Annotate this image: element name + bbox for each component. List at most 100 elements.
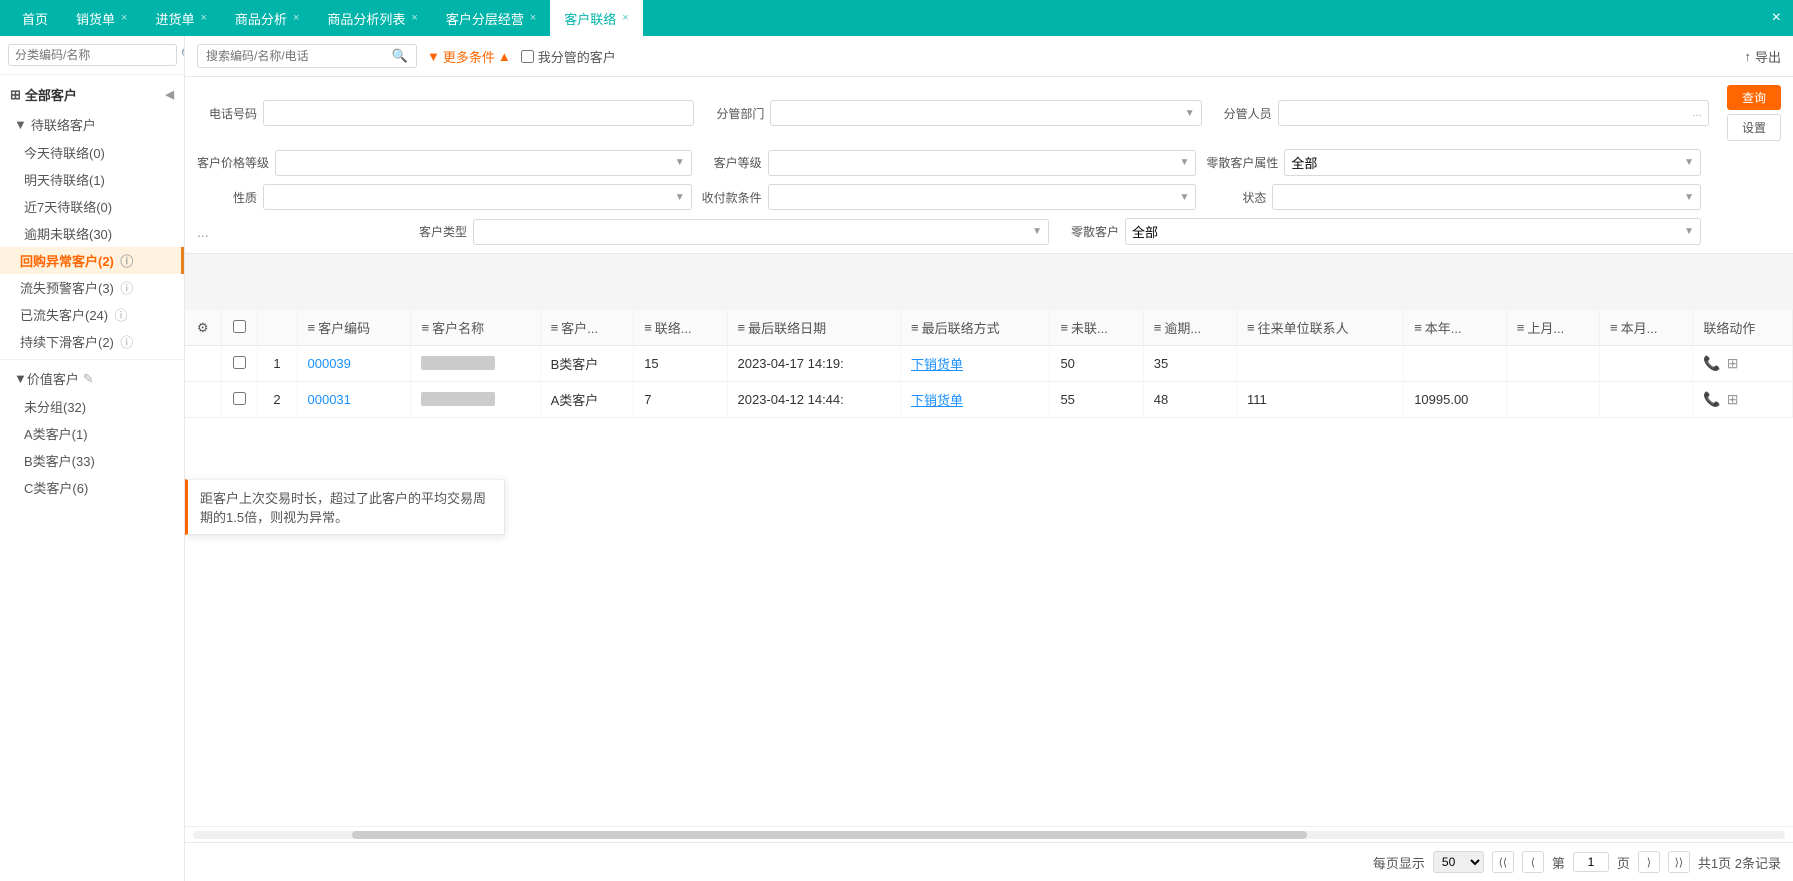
horizontal-scroll[interactable]: [185, 826, 1793, 842]
sidebar-item-churn-warning[interactable]: 流失预警客户(3) ⓘ: [0, 274, 184, 301]
next-page-btn[interactable]: ⟩: [1638, 851, 1660, 873]
sidebar-item-ungrouped[interactable]: 未分组(32): [0, 393, 184, 420]
col-checkbox-header[interactable]: [221, 310, 257, 346]
sidebar-collapse-btn[interactable]: ◀: [166, 88, 174, 101]
col-num-header: [257, 310, 297, 346]
query-button[interactable]: 查询: [1727, 85, 1781, 110]
filter-payment: 收付款条件 ▼: [702, 184, 1197, 210]
nav-purchase[interactable]: 进货单 ×: [141, 0, 220, 36]
filter-search-icon[interactable]: 🔍: [392, 48, 408, 64]
sidebar-value-customers[interactable]: ▼ 价值客户 ✎: [0, 364, 184, 393]
row1-checkbox[interactable]: [221, 346, 257, 382]
nav-product-list[interactable]: 商品分析列表 ×: [313, 0, 431, 36]
nav-purchase-close[interactable]: ×: [200, 12, 206, 24]
triangle-down-icon2: ▼: [14, 371, 27, 386]
sidebar-item-repurchase-anomaly[interactable]: 回购异常客户(2) ⓘ: [0, 247, 184, 274]
sidebar-item-overdue[interactable]: 逾期未联络(30): [0, 220, 184, 247]
row1-method-link[interactable]: 下销货单: [911, 357, 963, 372]
edit-icon[interactable]: ✎: [83, 371, 94, 387]
sidebar-item-today[interactable]: 今天待联络(0): [0, 139, 184, 166]
sidebar: 🔍 ⊞ 全部客户 ◀ ▼ 待联络客户 今天待联络(0) 明天待联络(1) 近7天…: [0, 36, 185, 881]
my-customers-checkbox[interactable]: [521, 50, 534, 63]
customer-level-input[interactable]: ▼: [768, 150, 1197, 176]
scroll-track[interactable]: [193, 831, 1785, 839]
sidebar-item-tomorrow[interactable]: 明天待联络(1): [0, 166, 184, 193]
sidebar-item-a-class[interactable]: A类客户(1): [0, 420, 184, 447]
current-page-input[interactable]: [1573, 852, 1609, 872]
retail-customer-input[interactable]: 全部 ▼: [1125, 218, 1701, 245]
nav-customer-contact-close[interactable]: ×: [622, 12, 628, 24]
per-page-select[interactable]: 50 100 200: [1433, 851, 1484, 873]
row2-more-icon[interactable]: ⊞: [1727, 391, 1739, 408]
row1-last-method[interactable]: 下销货单: [901, 346, 1050, 382]
row2-code[interactable]: 000031: [297, 382, 411, 418]
nav-sales[interactable]: 销货单 ×: [62, 0, 141, 36]
row1-code[interactable]: 000039: [297, 346, 411, 382]
row2-checkbox[interactable]: [221, 382, 257, 418]
col-code-header: ≡客户编码: [297, 310, 411, 346]
sidebar-item-7days[interactable]: 近7天待联络(0): [0, 193, 184, 220]
settings-button[interactable]: 设置: [1727, 114, 1781, 141]
sidebar-item-churned[interactable]: 已流失客户(24) ⓘ: [0, 301, 184, 328]
row2-call-icon[interactable]: 📞: [1703, 391, 1720, 408]
nav-home[interactable]: 首页: [8, 0, 62, 36]
payment-input[interactable]: ▼: [768, 184, 1197, 210]
row2-this-month: [1600, 382, 1693, 418]
dept-input[interactable]: ▼: [770, 100, 1201, 126]
select-all-checkbox[interactable]: [233, 320, 246, 333]
price-level-input[interactable]: ▼: [275, 150, 692, 176]
settings-icon[interactable]: ⚙: [197, 320, 209, 335]
nav-customer-contact-label: 客户联络: [564, 9, 616, 28]
nav-home-label: 首页: [22, 9, 48, 28]
status-input[interactable]: ▼: [1272, 184, 1701, 210]
filter-more-conditions[interactable]: ▼ 更多条件 ▲: [427, 47, 511, 66]
sidebar-item-c-class[interactable]: C类客户(6): [0, 474, 184, 501]
filter-row-4: ... 客户类型 ▼ 零散客户 全部 ▼: [197, 218, 1781, 245]
row1-last-date: 2023-04-17 14:19:: [727, 346, 901, 382]
filter-phone: 电话号码: [197, 100, 694, 126]
sidebar-all-customers[interactable]: ⊞ 全部客户 ◀: [0, 79, 184, 110]
last-page-btn[interactable]: ⟩⟩: [1668, 851, 1690, 873]
row2-last-method[interactable]: 下销货单: [901, 382, 1050, 418]
scroll-thumb[interactable]: [352, 831, 1307, 839]
nav-product-list-close[interactable]: ×: [411, 12, 417, 24]
sidebar-item-b-class[interactable]: B类客户(33): [0, 447, 184, 474]
filter-search-box[interactable]: 🔍: [197, 44, 417, 68]
page-label: 第: [1552, 853, 1565, 872]
row2-method-link[interactable]: 下销货单: [911, 393, 963, 408]
retail-attr-input[interactable]: 全部 ▼: [1284, 149, 1701, 176]
sidebar-group-waiting[interactable]: ▼ 待联络客户: [0, 110, 184, 139]
nav-product-analysis-close[interactable]: ×: [293, 12, 299, 24]
prev-page-btn[interactable]: ⟨: [1522, 851, 1544, 873]
export-button[interactable]: ↑ 导出: [1744, 47, 1781, 66]
row1-more-icon[interactable]: ⊞: [1727, 355, 1739, 372]
phone-input[interactable]: [263, 100, 694, 126]
filter-search-input[interactable]: [206, 49, 392, 63]
info-icon: ⓘ: [120, 254, 133, 269]
my-customers-filter[interactable]: 我分管的客户: [521, 47, 616, 66]
filter-row-3: 性质 ▼ 收付款条件 ▼ 状态 ▼: [197, 184, 1781, 210]
dots-label[interactable]: ...: [197, 224, 209, 240]
retail-customer-val: 全部: [1132, 222, 1158, 241]
customer-type-input[interactable]: ▼: [473, 219, 1049, 245]
filter-row-2: 客户价格等级 ▼ 客户等级 ▼ 零散客户属性 全部 ▼: [197, 149, 1781, 176]
col-settings-header[interactable]: ⚙: [185, 310, 221, 346]
row2-check[interactable]: [233, 392, 246, 405]
customer-table: ⚙ ≡客户编码 ≡客户名称 ≡客户...: [185, 310, 1793, 418]
filter-retail-customer: 零散客户 全部 ▼: [1059, 218, 1701, 245]
row1-call-icon[interactable]: 📞: [1703, 355, 1720, 372]
row1-check[interactable]: [233, 356, 246, 369]
manager-input[interactable]: …: [1278, 100, 1709, 126]
gender-input[interactable]: ▼: [263, 184, 692, 210]
sidebar-item-declining[interactable]: 持续下滑客户(2) ⓘ: [0, 328, 184, 355]
content-area: 🔍 ▼ 更多条件 ▲ 我分管的客户 ↑ 导出 电话号码: [185, 36, 1793, 881]
nav-sales-close[interactable]: ×: [121, 12, 127, 24]
filter-bar: 🔍 ▼ 更多条件 ▲ 我分管的客户 ↑ 导出: [185, 36, 1793, 77]
nav-close-all-btn[interactable]: ×: [1772, 9, 1781, 27]
first-page-btn[interactable]: ⟨⟨: [1492, 851, 1514, 873]
nav-product-analysis[interactable]: 商品分析 ×: [221, 0, 313, 36]
sidebar-search-input[interactable]: [8, 44, 177, 66]
nav-customer-tier[interactable]: 客户分层经营 ×: [432, 0, 550, 36]
nav-customer-tier-close[interactable]: ×: [530, 12, 536, 24]
nav-customer-contact[interactable]: 客户联络 ×: [550, 0, 642, 36]
